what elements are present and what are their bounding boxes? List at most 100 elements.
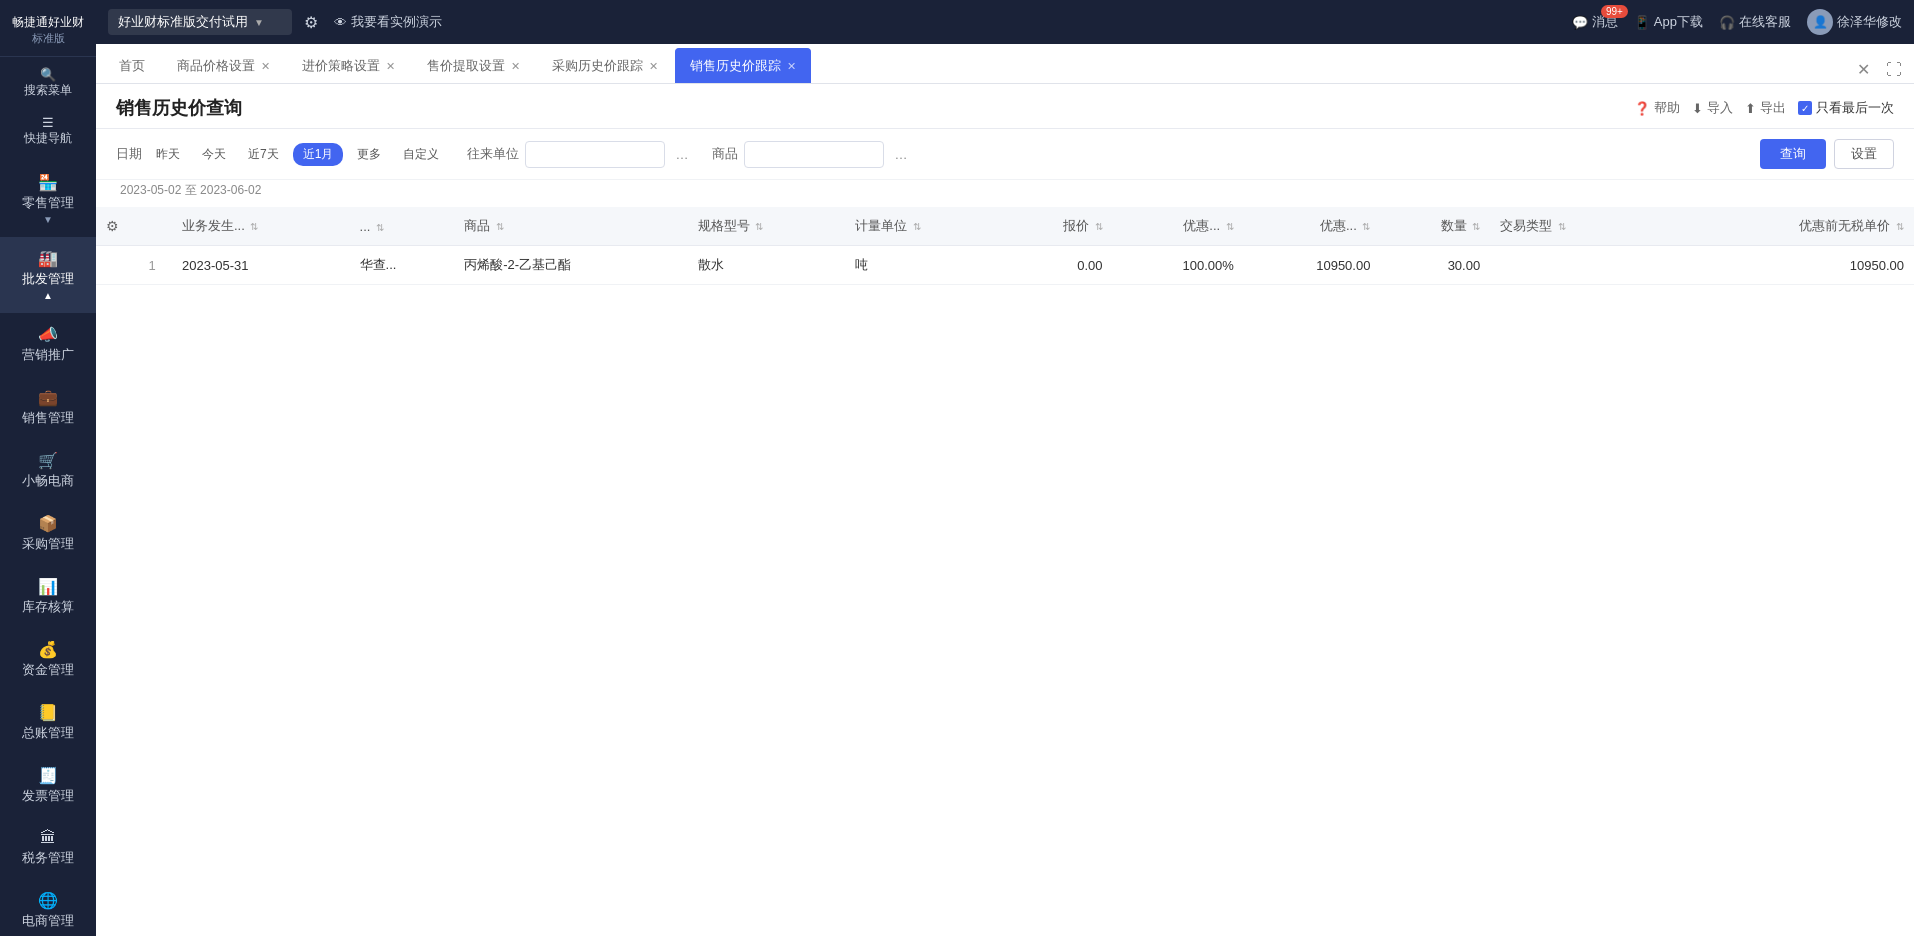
sidebar-item-search[interactable]: 🔍 搜索菜单 [0, 57, 96, 109]
sort-icon-discount-pct: ⇅ [1226, 221, 1234, 232]
sidebar-item-purchase[interactable]: 📦 采购管理 [0, 502, 96, 565]
messages-badge: 99+ [1601, 5, 1628, 18]
sidebar-item-sales[interactable]: 💼 销售管理 [0, 376, 96, 439]
import-icon: ⬇ [1692, 101, 1703, 116]
sidebar-item-finance[interactable]: 💰 资金管理 [0, 628, 96, 691]
version-selector[interactable]: 好业财标准版交付试用 ▼ [108, 9, 292, 35]
sort-icon-product: ⇅ [496, 221, 504, 232]
search-icon: 🔍 [40, 67, 56, 82]
sidebar-item-invoice[interactable]: 🧾 发票管理 [0, 754, 96, 817]
sidebar-item-ecommerce-small[interactable]: 🛒 小畅电商 [0, 439, 96, 502]
col-date[interactable]: 业务发生... ⇅ [172, 207, 350, 246]
tab-purchase-history[interactable]: 采购历史价跟踪 ✕ [537, 48, 673, 83]
row-pretax-price: 10950.00 [1685, 246, 1914, 285]
tab-maximize-icon[interactable]: ⛶ [1882, 57, 1906, 83]
page-title: 销售历史价查询 [116, 96, 242, 120]
col-pretax-price[interactable]: 优惠前无税单价 ⇅ [1685, 207, 1914, 246]
col-qty[interactable]: 数量 ⇅ [1380, 207, 1490, 246]
col-unit[interactable]: 计量单位 ⇅ [845, 207, 1003, 246]
sidebar-item-marketing[interactable]: 📣 营销推广 [0, 313, 96, 376]
checkbox-icon: ✓ [1798, 101, 1812, 115]
page-header-actions: ❓ 帮助 ⬇ 导入 ⬆ 导出 ✓ 只看最后一次 [1634, 99, 1894, 117]
customer-label: 往来单位 [467, 145, 519, 163]
sort-icon-trade-type: ⇅ [1558, 221, 1566, 232]
date-btn-yesterday[interactable]: 昨天 [148, 143, 188, 166]
date-btn-more[interactable]: 更多 [349, 143, 389, 166]
col-product[interactable]: 商品 ⇅ [454, 207, 688, 246]
sidebar-item-inventory[interactable]: 📊 库存核算 [0, 565, 96, 628]
sidebar-item-ledger[interactable]: 📒 总账管理 [0, 691, 96, 754]
ledger-icon: 📒 [38, 703, 58, 722]
row-unit: 吨 [845, 246, 1003, 285]
topbar-right: 💬 消息 99+ 📱 App下载 🎧 在线客服 👤 徐泽华修改 [1572, 9, 1902, 35]
row-trade-type [1490, 246, 1648, 285]
sort-icon-spec: ⇅ [755, 221, 763, 232]
tab-close-purchase-strategy[interactable]: ✕ [386, 60, 395, 73]
messages-icon: 💬 [1572, 15, 1588, 30]
product-filter-group: 商品 … [712, 141, 911, 168]
setting-button[interactable]: 设置 [1834, 139, 1894, 169]
sales-icon: 💼 [38, 388, 58, 407]
tab-sale-extract[interactable]: 售价提取设置 ✕ [412, 48, 535, 83]
sidebar-item-wholesale[interactable]: 🏭 批发管理 ▲ [0, 237, 96, 313]
tab-close-window-icon[interactable]: ✕ [1853, 56, 1874, 83]
topbar-settings-icon[interactable]: ⚙ [304, 13, 318, 32]
sidebar-item-quicknav[interactable]: ☰ 快捷导航 [0, 109, 96, 153]
import-button[interactable]: ⬇ 导入 [1692, 99, 1733, 117]
filter-bar: 日期 昨天 今天 近7天 近1月 更多 自定义 往来单位 … 商品 … 查询 设… [96, 129, 1914, 180]
sidebar-item-tax[interactable]: 🏛 税务管理 [0, 817, 96, 879]
tab-sale-history[interactable]: 销售历史价跟踪 ✕ [675, 48, 811, 83]
row-date: 2023-05-31 [172, 246, 350, 285]
row-spacer [1648, 246, 1685, 285]
col-trade-type[interactable]: 交易类型 ⇅ [1490, 207, 1648, 246]
query-button[interactable]: 查询 [1760, 139, 1826, 169]
col-spec[interactable]: 规格型号 ⇅ [688, 207, 846, 246]
table-body: 1 2023-05-31 华查... 丙烯酸-2-乙基己酯 散水 [96, 246, 1914, 285]
messages-action[interactable]: 💬 消息 99+ [1572, 13, 1618, 31]
date-btn-today[interactable]: 今天 [194, 143, 234, 166]
table-header-row: ⚙ 业务发生... ⇅ ... ⇅ 商品 ⇅ [96, 207, 1914, 246]
main-content: 好业财标准版交付试用 ▼ ⚙ 👁 我要看实例演示 💬 消息 99+ 📱 App下… [96, 0, 1914, 936]
export-button[interactable]: ⬆ 导出 [1745, 99, 1786, 117]
online-service-action[interactable]: 🎧 在线客服 [1719, 13, 1791, 31]
col-price[interactable]: 报价 ⇅ [1003, 207, 1113, 246]
product-input[interactable] [744, 141, 884, 168]
tab-purchase-strategy[interactable]: 进价策略设置 ✕ [287, 48, 410, 83]
tab-close-sale-extract[interactable]: ✕ [511, 60, 520, 73]
tab-close-sale-history[interactable]: ✕ [787, 60, 796, 73]
tab-close-product-price[interactable]: ✕ [261, 60, 270, 73]
tab-home[interactable]: 首页 [104, 48, 160, 83]
tab-close-purchase-history[interactable]: ✕ [649, 60, 658, 73]
tab-product-price[interactable]: 商品价格设置 ✕ [162, 48, 285, 83]
data-table: ⚙ 业务发生... ⇅ ... ⇅ 商品 ⇅ [96, 207, 1914, 285]
user-menu[interactable]: 👤 徐泽华修改 [1807, 9, 1902, 35]
demo-link[interactable]: 👁 我要看实例演示 [334, 13, 442, 31]
customer-input[interactable] [525, 141, 665, 168]
date-range-row: 2023-05-02 至 2023-06-02 [96, 180, 1914, 207]
product-more[interactable]: … [890, 145, 911, 164]
sidebar-item-retail[interactable]: 🏪 零售管理 ▼ [0, 161, 96, 237]
date-btn-last1month[interactable]: 近1月 [293, 143, 344, 166]
row-product: 丙烯酸-2-乙基己酯 [454, 246, 688, 285]
col-discount-amt[interactable]: 优惠... ⇅ [1244, 207, 1381, 246]
col-discount-pct[interactable]: 优惠... ⇅ [1113, 207, 1244, 246]
date-btn-custom[interactable]: 自定义 [395, 143, 447, 166]
date-btn-last7days[interactable]: 近7天 [240, 143, 287, 166]
help-icon: ❓ [1634, 101, 1650, 116]
headphone-icon: 🎧 [1719, 15, 1735, 30]
sidebar-item-ecommerce[interactable]: 🌐 电商管理 [0, 879, 96, 936]
product-label: 商品 [712, 145, 738, 163]
sort-icon-pretax-price: ⇅ [1896, 221, 1904, 232]
col-settings-icon[interactable]: ⚙ [106, 218, 119, 234]
col-extra[interactable]: ... ⇅ [350, 207, 455, 246]
row-discount-pct: 100.00% [1113, 246, 1244, 285]
table-row[interactable]: 1 2023-05-31 华查... 丙烯酸-2-乙基己酯 散水 [96, 246, 1914, 285]
app-download-icon: 📱 [1634, 15, 1650, 30]
sort-icon-discount-amt: ⇅ [1362, 221, 1370, 232]
app-download-action[interactable]: 📱 App下载 [1634, 13, 1703, 31]
help-button[interactable]: ❓ 帮助 [1634, 99, 1680, 117]
customer-more[interactable]: … [671, 145, 692, 164]
only-last-checkbox[interactable]: ✓ 只看最后一次 [1798, 99, 1894, 117]
retail-icon: 🏪 [38, 173, 58, 192]
demo-icon: 👁 [334, 15, 347, 30]
